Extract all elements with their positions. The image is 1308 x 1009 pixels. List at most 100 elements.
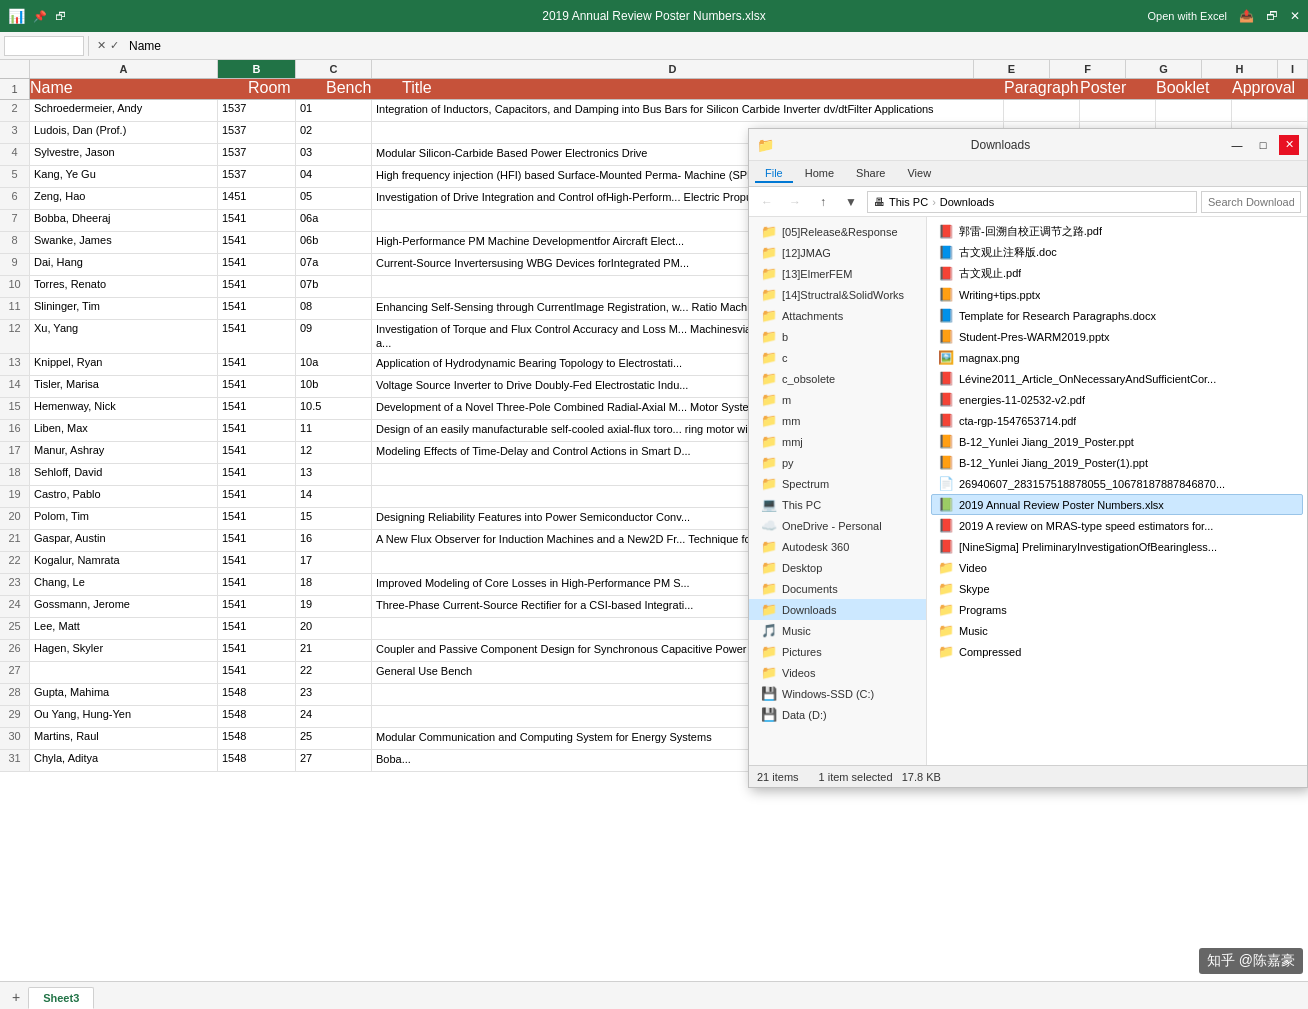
sidebar-item-b[interactable]: 📁b (749, 326, 926, 347)
file-item[interactable]: 📕energies-11-02532-v2.pdf (931, 389, 1303, 410)
cell-room[interactable]: 1541 (218, 640, 296, 661)
confirm-formula-icon[interactable]: ✓ (110, 39, 119, 52)
cell-room[interactable]: 1548 (218, 706, 296, 727)
fe-search-input[interactable] (1201, 191, 1301, 213)
fe-close-btn[interactable]: ✕ (1279, 135, 1299, 155)
sidebar-item-data-(d:)[interactable]: 💾Data (D:) (749, 704, 926, 725)
cell-room[interactable]: 1548 (218, 750, 296, 771)
file-item[interactable]: 📙Student-Pres-WARM2019.pptx (931, 326, 1303, 347)
cell-bench[interactable]: 22 (296, 662, 372, 683)
cell-name[interactable]: Xu, Yang (30, 320, 218, 353)
cell-reference-input[interactable]: A1 (4, 36, 84, 56)
sidebar-item-documents[interactable]: 📁Documents (749, 578, 926, 599)
file-item[interactable]: 📁Programs (931, 599, 1303, 620)
file-item[interactable]: 📗2019 Annual Review Poster Numbers.xlsx (931, 494, 1303, 515)
cell-room[interactable]: 1451 (218, 188, 296, 209)
cell-bench[interactable]: 09 (296, 320, 372, 353)
cell-bench[interactable]: 08 (296, 298, 372, 319)
cell-name[interactable]: Dai, Hang (30, 254, 218, 275)
cell-bench[interactable]: 07a (296, 254, 372, 275)
cell-name[interactable]: Gaspar, Austin (30, 530, 218, 551)
maximize-icon[interactable]: 🗗 (1266, 9, 1278, 23)
cell-room[interactable]: 1541 (218, 354, 296, 375)
sidebar-item-this-pc[interactable]: 💻This PC (749, 494, 926, 515)
cell-name[interactable]: Gupta, Mahima (30, 684, 218, 705)
cell-room[interactable]: 1541 (218, 420, 296, 441)
cell-name[interactable]: Lee, Matt (30, 618, 218, 639)
restore-icon[interactable]: 🗗 (55, 10, 66, 22)
fe-maximize-btn[interactable]: □ (1253, 135, 1273, 155)
sidebar-item-[05]release&response[interactable]: 📁[05]Release&Response (749, 221, 926, 242)
cell-name[interactable]: Knippel, Ryan (30, 354, 218, 375)
col-header-B[interactable]: B (218, 60, 296, 78)
cell-bench[interactable]: 18 (296, 574, 372, 595)
file-item[interactable]: 📁Compressed (931, 641, 1303, 662)
file-item[interactable]: 📕cta-rgp-1547653714.pdf (931, 410, 1303, 431)
cell-title[interactable]: Integration of Inductors, Capacitors, an… (372, 100, 1004, 121)
cell-room[interactable]: 1541 (218, 574, 296, 595)
close-icon[interactable]: ✕ (1290, 9, 1300, 23)
cancel-formula-icon[interactable]: ✕ (97, 39, 106, 52)
cell-room[interactable]: 1541 (218, 298, 296, 319)
sidebar-item-[13]elmerfem[interactable]: 📁[13]ElmerFEM (749, 263, 926, 284)
cell-bench[interactable]: 25 (296, 728, 372, 749)
col-header-I[interactable]: I (1278, 60, 1308, 78)
file-item[interactable]: 📕[NineSigma] PreliminaryInvestigationOfB… (931, 536, 1303, 557)
cell-approval[interactable] (1232, 100, 1308, 121)
cell-bench[interactable]: 10b (296, 376, 372, 397)
cell-bench[interactable]: 17 (296, 552, 372, 573)
cell-room[interactable]: 1537 (218, 166, 296, 187)
file-item[interactable]: 📕Lévine2011_Article_OnNecessaryAndSuffic… (931, 368, 1303, 389)
add-sheet-button[interactable]: + (4, 985, 28, 1009)
cell-room[interactable]: 1537 (218, 100, 296, 121)
cell-bench[interactable]: 12 (296, 442, 372, 463)
cell-room[interactable]: 1541 (218, 398, 296, 419)
fe-minimize-btn[interactable]: — (1227, 135, 1247, 155)
cell-room[interactable]: 1541 (218, 442, 296, 463)
share-icon[interactable]: 📤 (1239, 9, 1254, 23)
cell-bench[interactable]: 11 (296, 420, 372, 441)
cell-bench[interactable]: 10.5 (296, 398, 372, 419)
cell-name[interactable]: Tisler, Marisa (30, 376, 218, 397)
cell-para[interactable] (1004, 100, 1080, 121)
cell-bench[interactable]: 19 (296, 596, 372, 617)
cell-name[interactable]: Polom, Tim (30, 508, 218, 529)
sheet-tab-sheet3[interactable]: Sheet3 (28, 987, 94, 1009)
sidebar-item-windows-ssd-(c:)[interactable]: 💾Windows-SSD (C:) (749, 683, 926, 704)
sidebar-item-spectrum[interactable]: 📁Spectrum (749, 473, 926, 494)
cell-room[interactable]: 1537 (218, 144, 296, 165)
cell-bench[interactable]: 15 (296, 508, 372, 529)
col-header-A[interactable]: A (30, 60, 218, 78)
cell-room[interactable]: 1541 (218, 530, 296, 551)
fe-tab-view[interactable]: View (897, 165, 941, 183)
cell-bench[interactable]: 06b (296, 232, 372, 253)
cell-room[interactable]: 1541 (218, 376, 296, 397)
cell-name[interactable]: Sylvestre, Jason (30, 144, 218, 165)
cell-bench[interactable]: 27 (296, 750, 372, 771)
cell-room[interactable]: 1548 (218, 684, 296, 705)
fe-address-bar[interactable]: 🖶 This PC › Downloads (867, 191, 1197, 213)
cell-name[interactable]: Hagen, Skyler (30, 640, 218, 661)
cell-name[interactable]: Zeng, Hao (30, 188, 218, 209)
cell-name[interactable]: Schroedermeier, Andy (30, 100, 218, 121)
sidebar-item-autodesk-360[interactable]: 📁Autodesk 360 (749, 536, 926, 557)
cell-bench[interactable]: 02 (296, 122, 372, 143)
table-row[interactable]: 2 Schroedermeier, Andy 1537 01 Integrati… (0, 100, 1308, 122)
file-item[interactable]: 📕郭雷-回溯自校正调节之路.pdf (931, 221, 1303, 242)
formula-content[interactable]: Name (123, 37, 1304, 55)
col-header-H[interactable]: H (1202, 60, 1278, 78)
cell-bench[interactable]: 14 (296, 486, 372, 507)
sidebar-item-music[interactable]: 🎵Music (749, 620, 926, 641)
cell-room[interactable]: 1541 (218, 596, 296, 617)
cell-room[interactable]: 1548 (218, 728, 296, 749)
cell-room[interactable]: 1541 (218, 254, 296, 275)
col-header-G[interactable]: G (1126, 60, 1202, 78)
file-item[interactable]: 📙Writing+tips.pptx (931, 284, 1303, 305)
cell-bench[interactable]: 13 (296, 464, 372, 485)
cell-bench[interactable]: 24 (296, 706, 372, 727)
file-item[interactable]: 📕2019 A review on MRAS-type speed estima… (931, 515, 1303, 536)
cell-name[interactable] (30, 662, 218, 683)
fe-recent-btn[interactable]: ▼ (839, 190, 863, 214)
cell-bench[interactable]: 20 (296, 618, 372, 639)
cell-bench[interactable]: 03 (296, 144, 372, 165)
